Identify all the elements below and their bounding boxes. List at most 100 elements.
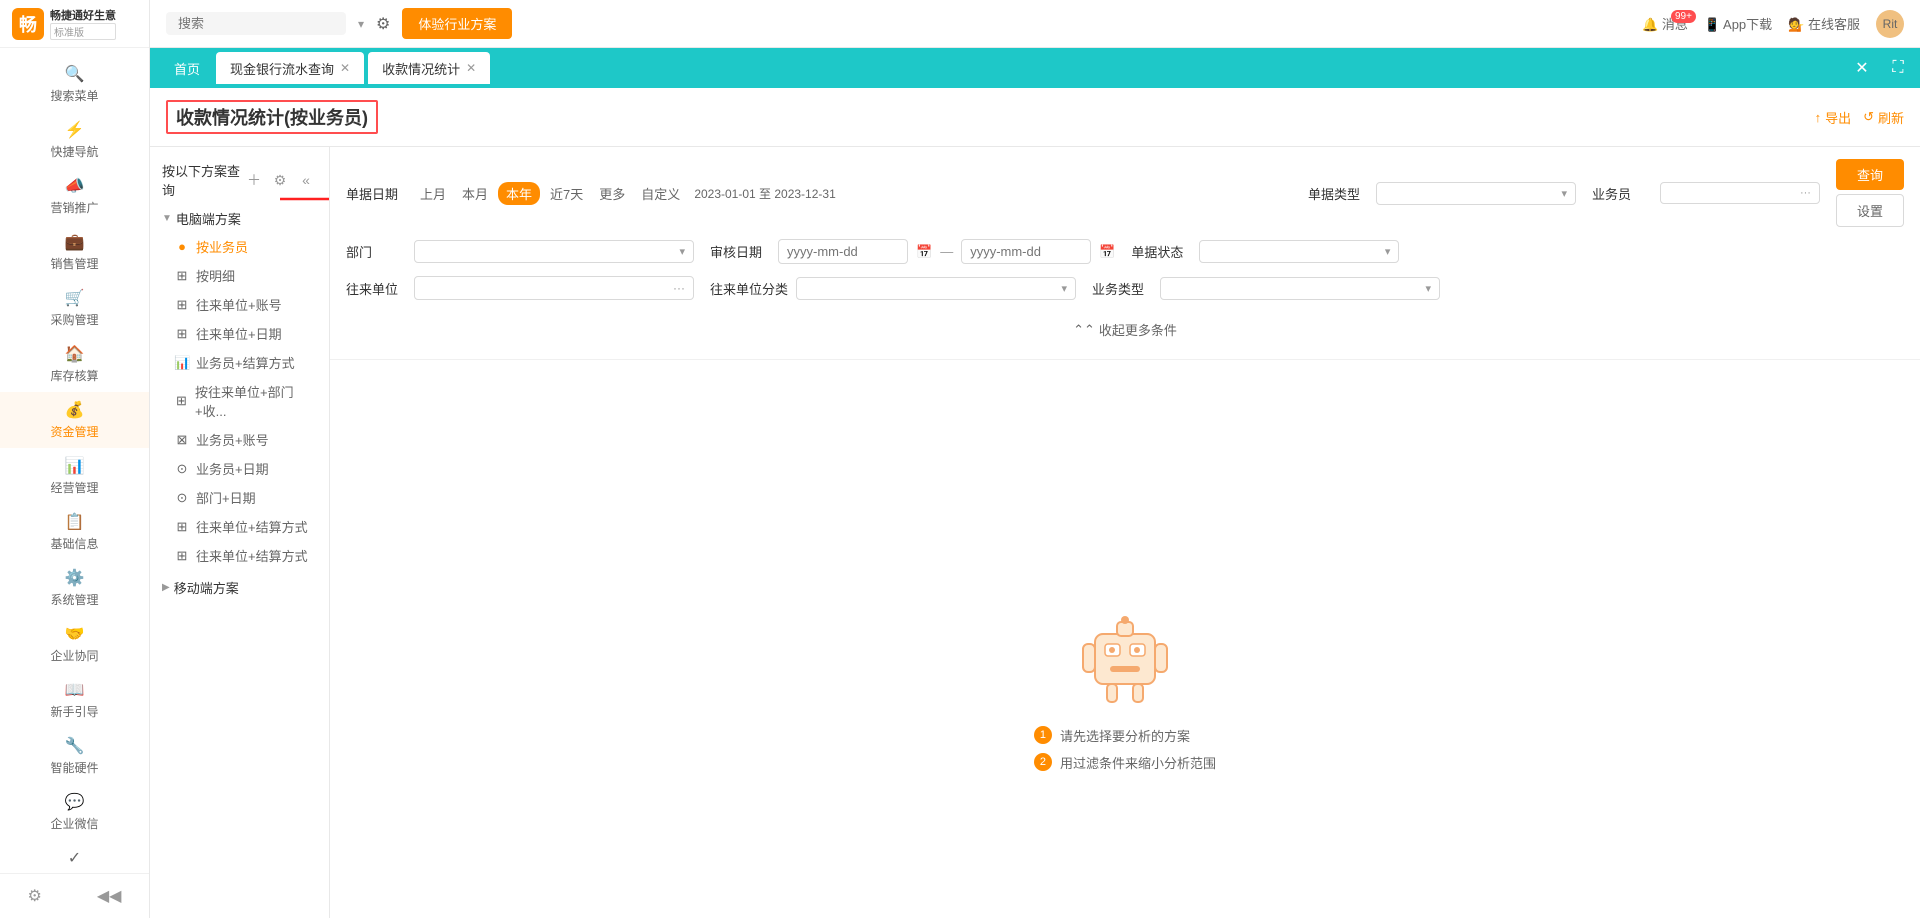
collapse-sidebar-btn[interactable]: ◀◀ xyxy=(93,882,126,910)
mobile-group-header[interactable]: ▶ 移动端方案 xyxy=(150,574,329,601)
dropdown-arrow-icon[interactable]: ▾ xyxy=(358,17,364,31)
search-menu-icon: 🔍 xyxy=(65,64,85,84)
wechat-icon: 💬 xyxy=(65,792,85,812)
detail-scheme-icon: ⊞ xyxy=(174,268,190,284)
audit-date-end[interactable] xyxy=(961,239,1091,264)
query-buttons: 查询 设置 xyxy=(1836,159,1904,227)
capital-icon: 💰 xyxy=(65,400,85,420)
header-right: 🔔 消息 99+ 📱 App下载 💁 在线客服 Rit xyxy=(1642,10,1904,38)
logo-text: 畅捷通好生意 xyxy=(50,7,116,23)
refresh-button[interactable]: ↺ 刷新 xyxy=(1863,108,1904,127)
doc-status-filter: 单据状态 ▾ xyxy=(1131,240,1399,263)
date-tab-7days[interactable]: 近7天 xyxy=(544,182,589,205)
message-badge: 99+ xyxy=(1671,10,1696,23)
sidebar-item-system[interactable]: ⚙️ 系统管理 xyxy=(0,560,149,616)
audit-date-start[interactable] xyxy=(778,239,908,264)
mobile-group-arrow-icon: ▶ xyxy=(162,582,170,593)
sidebar-item-basic[interactable]: 📋 基础信息 xyxy=(0,504,149,560)
sidebar-item-marketing[interactable]: 📣 营销推广 xyxy=(0,168,149,224)
partner-select[interactable]: ··· xyxy=(414,276,694,300)
sidebar-item-hardware[interactable]: 🔧 智能硬件 xyxy=(0,728,149,784)
inventory-icon: 🏠 xyxy=(65,344,85,364)
sidebar-item-wechat[interactable]: 💬 企业微信 xyxy=(0,784,149,840)
refresh-icon: ↺ xyxy=(1863,109,1874,125)
partner-settle2-icon: ⊞ xyxy=(174,548,190,564)
trial-button[interactable]: 体验行业方案 xyxy=(402,8,512,39)
search-menu-input[interactable] xyxy=(166,12,346,35)
filter-area: 单据日期 上月 本月 本年 近7天 更多 自定义 2023-01-01 至 20… xyxy=(330,147,1920,447)
header-left: ▾ ⚙ 体验行业方案 xyxy=(166,8,512,39)
doc-status-label: 单据状态 xyxy=(1131,242,1191,261)
settings-gear-icon[interactable]: ⚙ xyxy=(376,14,390,34)
sidebar-item-quicknav[interactable]: ⚡ 快捷导航 xyxy=(0,112,149,168)
dept-select[interactable]: ▾ xyxy=(414,240,694,263)
sidebar-item-inventory[interactable]: 🏠 库存核算 xyxy=(0,336,149,392)
collapse-row: ⌃⌃ 收起更多条件 xyxy=(346,312,1904,347)
desktop-group-header[interactable]: ▼ 电脑端方案 xyxy=(150,205,329,232)
audit-date-end-icon[interactable]: 📅 xyxy=(1099,244,1115,260)
page-header: 收款情况统计(按业务员) ↑ 导出 ↺ 刷新 xyxy=(150,88,1920,147)
sidebar-item-enterprise[interactable]: 🤝 企业协同 xyxy=(0,616,149,672)
sidebar-item-sales[interactable]: 💼 销售管理 xyxy=(0,224,149,280)
sidebar-item-purchase[interactable]: 🛒 采购管理 xyxy=(0,280,149,336)
sidebar-item-member[interactable]: ✓ 畅会员 xyxy=(0,840,149,873)
message-area[interactable]: 🔔 消息 99+ xyxy=(1642,14,1688,33)
tab-home[interactable]: 首页 xyxy=(158,48,216,88)
tab-bar-actions: ✕ ⛶ xyxy=(1848,54,1912,82)
partner-more-icon[interactable]: ··· xyxy=(673,281,685,295)
sidebar-item-search[interactable]: 🔍 搜索菜单 xyxy=(0,56,149,112)
scheme-item-partner-dept[interactable]: ⊞ 按往来单位+部门+收... xyxy=(150,377,329,425)
scheme-item-salesman[interactable]: ● 按业务员 xyxy=(150,232,329,261)
date-tab-custom[interactable]: 自定义 xyxy=(635,182,686,205)
manage-scheme-btn[interactable]: ⚙ xyxy=(269,169,291,191)
partner-date-icon: ⊞ xyxy=(174,326,190,342)
scheme-item-salesman-settle[interactable]: 📊 业务员+结算方式 xyxy=(150,348,329,377)
scheme-item-partner-settle1[interactable]: ⊞ 往来单位+结算方式 xyxy=(150,512,329,541)
tab-close-bank[interactable]: ✕ xyxy=(340,61,350,75)
partner-category-select[interactable]: ▾ xyxy=(796,277,1076,300)
scheme-item-partner-date[interactable]: ⊞ 往来单位+日期 xyxy=(150,319,329,348)
query-button[interactable]: 查询 xyxy=(1836,159,1904,190)
add-scheme-btn[interactable]: ＋ xyxy=(243,169,265,191)
settings-button[interactable]: 设置 xyxy=(1836,194,1904,227)
tip-number-1: 1 xyxy=(1034,726,1052,744)
scheme-item-salesman-account[interactable]: ⊠ 业务员+账号 xyxy=(150,425,329,454)
filter-row-3: 往来单位 ··· 往来单位分类 ▾ xyxy=(346,276,1904,300)
system-icon: ⚙️ xyxy=(65,568,85,588)
collapse-filter-btn[interactable]: ⌃⌃ 收起更多条件 xyxy=(1073,320,1177,339)
date-tab-last-month[interactable]: 上月 xyxy=(414,182,452,205)
app-download-link[interactable]: 📱 App下载 xyxy=(1704,14,1772,33)
salesman-select[interactable]: ··· xyxy=(1660,182,1820,204)
salesman-scheme-icon: ● xyxy=(174,239,190,254)
tab-bank-flow[interactable]: 现金银行流水查询 ✕ xyxy=(216,52,364,84)
close-all-tabs-btn[interactable]: ✕ xyxy=(1848,54,1876,82)
settings-bottom-btn[interactable]: ⚙ xyxy=(24,882,46,910)
sidebar-item-guide[interactable]: 📖 新手引导 xyxy=(0,672,149,728)
scheme-item-detail[interactable]: ⊞ 按明细 xyxy=(150,261,329,290)
audit-date-start-icon[interactable]: 📅 xyxy=(916,244,932,260)
scheme-panel-header: 按以下方案查询 ＋ ⚙ « xyxy=(150,155,329,205)
scheme-item-salesman-date[interactable]: ⊙ 业务员+日期 xyxy=(150,454,329,483)
scheme-item-partner-settle2[interactable]: ⊞ 往来单位+结算方式 xyxy=(150,541,329,570)
collapse-scheme-btn[interactable]: « xyxy=(295,169,317,191)
biz-type-select[interactable]: ▾ xyxy=(1160,277,1440,300)
mobile-scheme-group: ▶ 移动端方案 xyxy=(150,574,329,601)
tab-collection-stats[interactable]: 收款情况统计 ✕ xyxy=(368,52,490,84)
scheme-panel: 按以下方案查询 ＋ ⚙ « ▼ 电脑端方案 ● 按业务员 xyxy=(150,147,330,918)
empty-illustration xyxy=(1065,594,1185,714)
scheme-item-partner-account[interactable]: ⊞ 往来单位+账号 xyxy=(150,290,329,319)
maximize-btn[interactable]: ⛶ xyxy=(1884,54,1912,82)
user-avatar[interactable]: Rit xyxy=(1876,10,1904,38)
date-tab-this-year[interactable]: 本年 xyxy=(498,182,540,205)
online-service-link[interactable]: 💁 在线客服 xyxy=(1788,14,1860,33)
doc-type-select[interactable]: ▾ xyxy=(1376,182,1576,205)
tab-close-collection[interactable]: ✕ xyxy=(466,61,476,75)
partner-category-filter: 往来单位分类 ▾ xyxy=(710,277,1076,300)
scheme-item-dept-date[interactable]: ⊙ 部门+日期 xyxy=(150,483,329,512)
date-tab-more[interactable]: 更多 xyxy=(593,182,631,205)
doc-status-select[interactable]: ▾ xyxy=(1199,240,1399,263)
sidebar-item-capital[interactable]: 💰 资金管理 xyxy=(0,392,149,448)
date-tab-this-month[interactable]: 本月 xyxy=(456,182,494,205)
export-button[interactable]: ↑ 导出 xyxy=(1815,108,1852,127)
sidebar-item-operation[interactable]: 📊 经营管理 xyxy=(0,448,149,504)
